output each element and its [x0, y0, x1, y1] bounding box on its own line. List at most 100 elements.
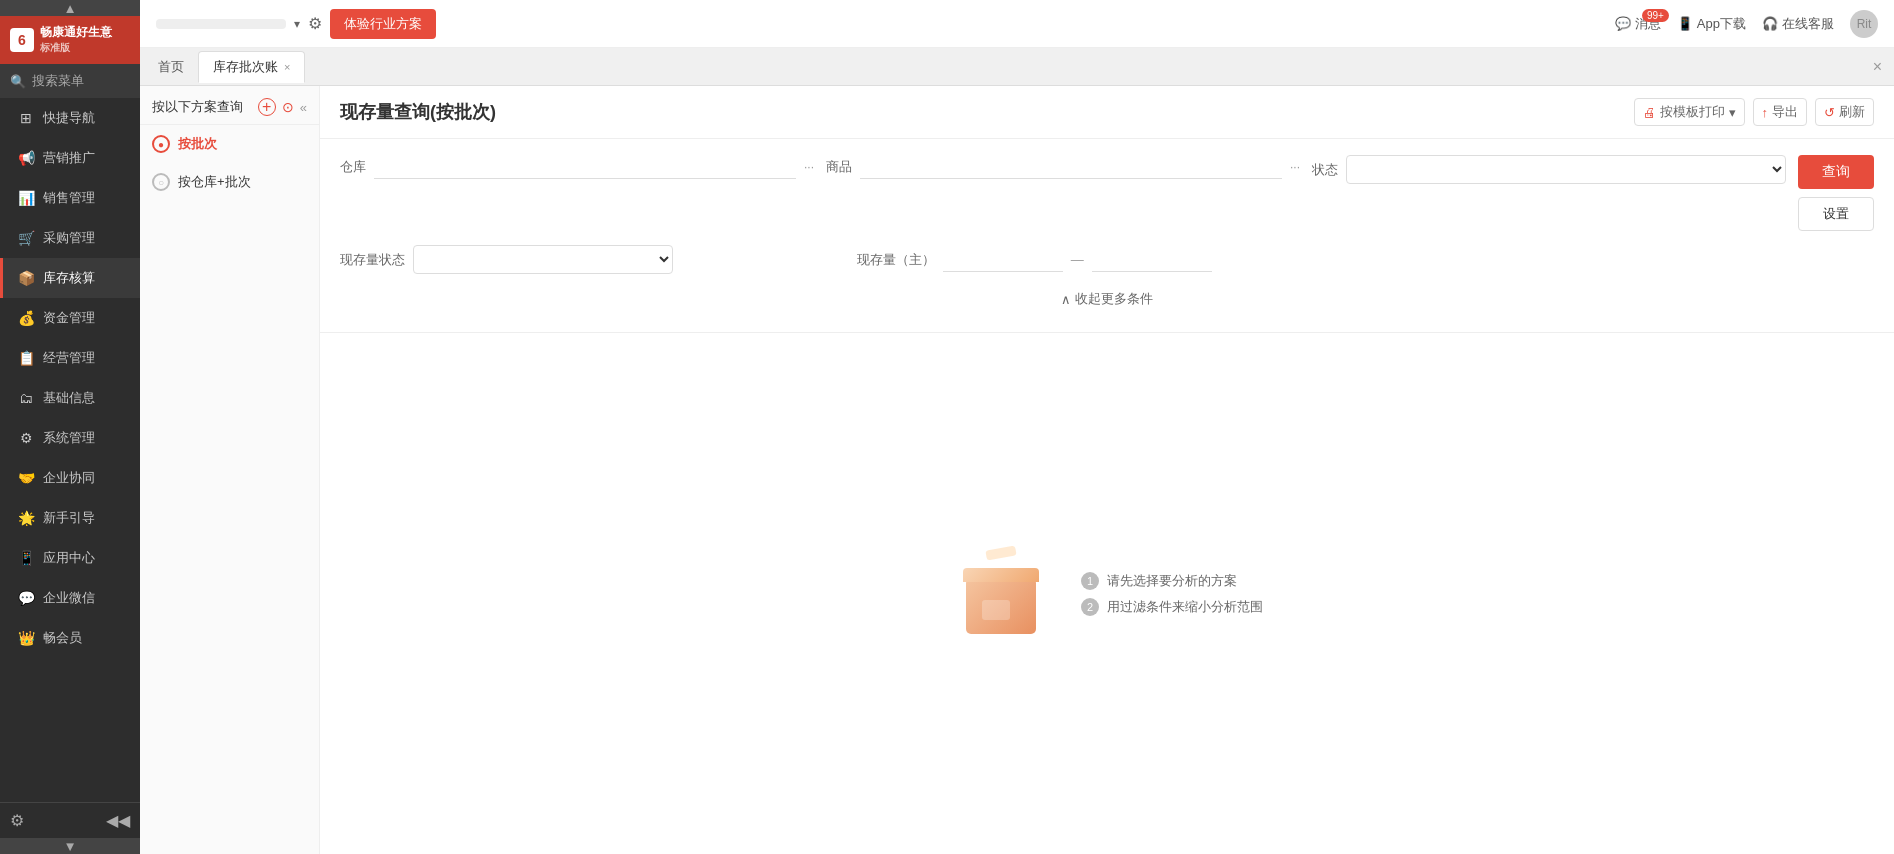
topbar-settings-icon[interactable]: ⚙ [308, 14, 322, 33]
tip1: 1 请先选择要分析的方案 [1081, 568, 1263, 594]
export-button[interactable]: ↑ 导出 [1753, 98, 1808, 126]
add-scheme-icon[interactable]: + [258, 98, 276, 116]
app-name: 畅康通好生意 [40, 25, 112, 41]
phone-icon: 📱 [1677, 16, 1693, 31]
tip1-text: 请先选择要分析的方案 [1107, 568, 1237, 594]
service-icon: 🎧 [1762, 16, 1778, 31]
online-service-button[interactable]: 🎧 在线客服 [1762, 15, 1834, 33]
sales-icon: 📊 [17, 189, 35, 207]
sidebar-item-label: 营销推广 [43, 149, 95, 167]
scheme-by-warehouse-batch[interactable]: ○ 按仓库+批次 [140, 163, 319, 201]
collapse-more-button[interactable]: ∧ 收起更多条件 [340, 282, 1874, 316]
export-label: 导出 [1772, 103, 1798, 121]
print-button[interactable]: 🖨 按模板打印 ▾ [1634, 98, 1745, 126]
sidebar-scroll-up[interactable]: ▲ [0, 0, 140, 16]
content-area: 按以下方案查询 + ⊙ « ● 按批次 ○ 按仓库+批次 现存量查询(按批次) [140, 86, 1894, 854]
finance-icon: 💰 [17, 309, 35, 327]
main-area: ▾ ⚙ 体验行业方案 💬 消息 99+ 📱 App下载 🎧 在线客服 Rit [140, 0, 1894, 854]
settings-bottom-icon[interactable]: ⚙ [10, 811, 24, 830]
trial-button[interactable]: 体验行业方案 [330, 9, 436, 39]
sidebar: ▲ 6 畅康通好生意 标准版 🔍 搜索菜单 ⊞ 快捷导航 📢 营销推广 📊 销售… [0, 0, 140, 854]
goods-input[interactable] [860, 155, 1282, 179]
empty-illustration [951, 544, 1051, 644]
refresh-button[interactable]: ↺ 刷新 [1815, 98, 1874, 126]
inventory-status-select[interactable] [413, 245, 673, 274]
tab-close-icon[interactable]: × [284, 61, 290, 73]
warehouse-input[interactable] [374, 155, 796, 179]
page-title: 现存量查询(按批次) [340, 100, 496, 124]
app-version: 标准版 [40, 41, 112, 55]
tab-home-label: 首页 [158, 58, 184, 76]
print-icon: 🖨 [1643, 105, 1656, 120]
sidebar-item-marketing[interactable]: 📢 营销推广 [0, 138, 140, 178]
app-download-label: App下载 [1697, 15, 1746, 33]
scheme-warehouse-batch-label: 按仓库+批次 [178, 173, 251, 191]
scheme-by-batch[interactable]: ● 按批次 [140, 125, 319, 163]
scheme-active-icon: ● [152, 135, 170, 153]
export-icon: ↑ [1762, 105, 1769, 120]
sidebar-bottom: ⚙ ◀◀ [0, 802, 140, 838]
search-icon: 🔍 [10, 74, 26, 89]
sidebar-item-label: 新手引导 [43, 509, 95, 527]
app-download-button[interactable]: 📱 App下载 [1677, 15, 1746, 33]
quick-nav-icon: ⊞ [17, 109, 35, 127]
page-title-bar: 现存量查询(按批次) 🖨 按模板打印 ▾ ↑ 导出 ↺ 刷新 [320, 86, 1894, 139]
sidebar-item-finance[interactable]: 💰 资金管理 [0, 298, 140, 338]
tip2-text: 用过滤条件来缩小分析范围 [1107, 594, 1263, 620]
sidebar-item-sales[interactable]: 📊 销售管理 [0, 178, 140, 218]
avatar-text: Rit [1857, 17, 1872, 31]
tab-close-right-button[interactable]: × [1865, 58, 1890, 76]
warehouse-dots[interactable]: ··· [804, 160, 814, 174]
sidebar-item-member[interactable]: 👑 畅会员 [0, 618, 140, 658]
sidebar-item-label: 应用中心 [43, 549, 95, 567]
sidebar-item-business[interactable]: 📋 经营管理 [0, 338, 140, 378]
empty-state: 1 请先选择要分析的方案 2 用过滤条件来缩小分析范围 [320, 333, 1894, 854]
topbar-search-box [156, 19, 286, 29]
tab-home[interactable]: 首页 [144, 52, 198, 82]
inventory-icon: 📦 [17, 269, 35, 287]
sidebar-item-newbie[interactable]: 🌟 新手引导 [0, 498, 140, 538]
messages-button[interactable]: 💬 消息 99+ [1615, 15, 1661, 33]
sidebar-item-system[interactable]: ⚙ 系统管理 [0, 418, 140, 458]
collapse-sidebar-icon[interactable]: ◀◀ [106, 811, 130, 830]
topbar-dropdown-icon[interactable]: ▾ [294, 17, 300, 31]
refresh-icon: ↺ [1824, 105, 1835, 120]
sidebar-item-purchase[interactable]: 🛒 采购管理 [0, 218, 140, 258]
wechat-icon: 💬 [17, 589, 35, 607]
tab-inventory-batch[interactable]: 库存批次账 × [198, 51, 305, 83]
goods-label: 商品 [826, 158, 852, 176]
sidebar-item-enterprise[interactable]: 🤝 企业协同 [0, 458, 140, 498]
settings-button[interactable]: 设置 [1798, 197, 1874, 231]
sidebar-item-quick-nav[interactable]: ⊞ 快捷导航 [0, 98, 140, 138]
basic-icon: 🗂 [17, 389, 35, 407]
status-select[interactable] [1346, 155, 1786, 184]
inventory-amount-to[interactable] [1092, 248, 1212, 272]
sidebar-item-wechat[interactable]: 💬 企业微信 [0, 578, 140, 618]
sidebar-search[interactable]: 🔍 搜索菜单 [0, 64, 140, 98]
sidebar-nav: ⊞ 快捷导航 📢 营销推广 📊 销售管理 🛒 采购管理 📦 库存核算 💰 资金管… [0, 98, 140, 802]
sidebar-scroll-down[interactable]: ▼ [0, 838, 140, 854]
user-avatar[interactable]: Rit [1850, 10, 1878, 38]
sidebar-search-label: 搜索菜单 [32, 72, 84, 90]
sidebar-header: 6 畅康通好生意 标准版 [0, 16, 140, 64]
sidebar-item-inventory[interactable]: 📦 库存核算 [0, 258, 140, 298]
sidebar-item-app-center[interactable]: 📱 应用中心 [0, 538, 140, 578]
filter-area: 仓库 ··· 商品 ··· 状态 [320, 139, 1894, 333]
tabbar: 首页 库存批次账 × × [140, 48, 1894, 86]
inventory-amount-from[interactable] [943, 248, 1063, 272]
tip2-number: 2 [1081, 598, 1099, 616]
refresh-label: 刷新 [1839, 103, 1865, 121]
topbar: ▾ ⚙ 体验行业方案 💬 消息 99+ 📱 App下载 🎧 在线客服 Rit [140, 0, 1894, 48]
collapse-label: 收起更多条件 [1075, 290, 1153, 308]
tip1-number: 1 [1081, 572, 1099, 590]
sidebar-item-basic[interactable]: 🗂 基础信息 [0, 378, 140, 418]
sidebar-item-label: 采购管理 [43, 229, 95, 247]
purchase-icon: 🛒 [17, 229, 35, 247]
left-panel: 按以下方案查询 + ⊙ « ● 按批次 ○ 按仓库+批次 [140, 86, 320, 854]
topbar-left: ▾ ⚙ 体验行业方案 [156, 9, 1607, 39]
goods-dots[interactable]: ··· [1290, 160, 1300, 174]
query-button[interactable]: 查询 [1798, 155, 1874, 189]
collapse-icon: ∧ [1061, 292, 1071, 307]
collapse-panel-icon[interactable]: « [300, 100, 307, 115]
scheme-settings-icon[interactable]: ⊙ [282, 99, 294, 115]
